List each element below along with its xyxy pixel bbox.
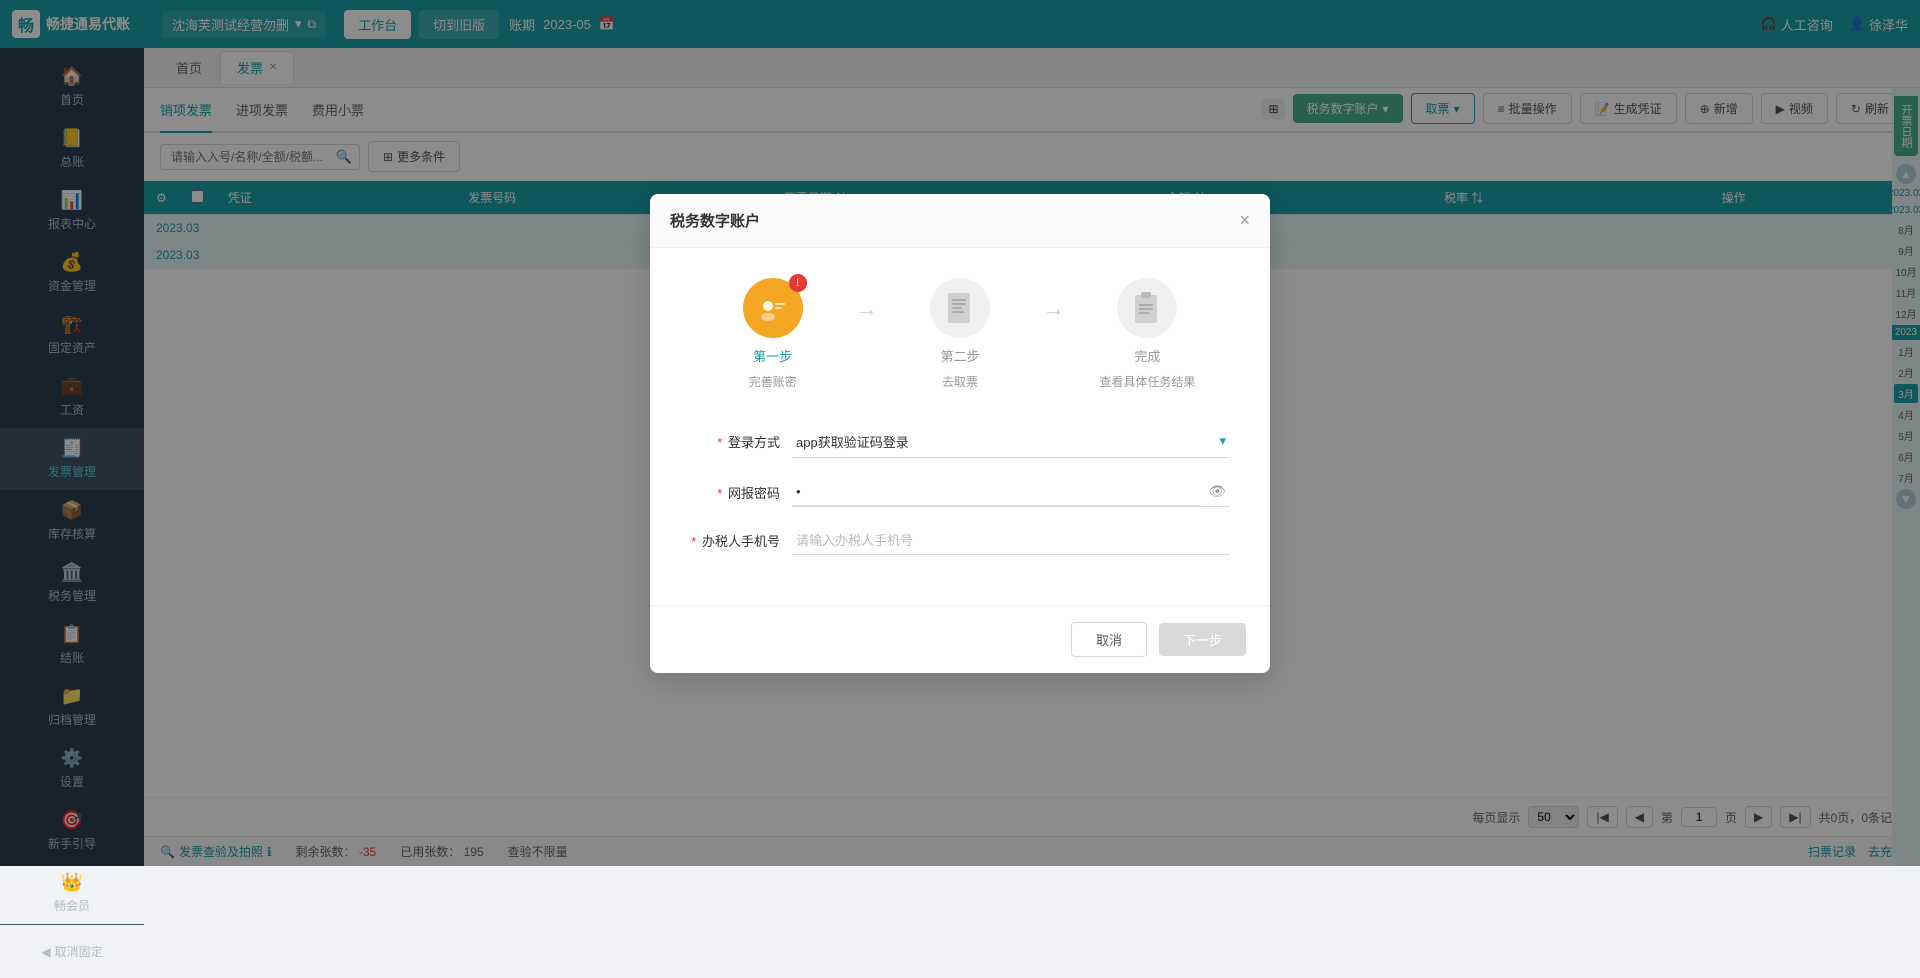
sidebar-item-member[interactable]: 👑 畅会员 — [0, 862, 144, 924]
document-svg — [942, 290, 978, 326]
step-1-desc: 完善账密 — [749, 373, 797, 390]
required-mark: * — [691, 534, 696, 549]
dropdown-icon: ▾ — [1219, 433, 1226, 449]
next-button[interactable]: 下一步 — [1159, 623, 1246, 656]
password-label: * 网报密码 — [690, 483, 780, 502]
phone-label: * 办税人手机号 — [690, 531, 780, 550]
step-3-desc: 查看具体任务结果 — [1099, 373, 1195, 390]
step-1-badge: ! — [789, 274, 807, 292]
login-method-value: app获取验证码登录 — [796, 432, 909, 451]
user-card-svg — [755, 290, 791, 326]
clipboard-svg — [1129, 290, 1165, 326]
step-1-icon-wrap: ! — [743, 278, 803, 338]
step-3-label: 完成 — [1134, 346, 1160, 365]
eye-icon[interactable]: 👁 — [1204, 483, 1230, 500]
step-1: ! 第一步 完善账密 — [690, 278, 855, 390]
dialog-title: 税务数字账户 — [670, 210, 760, 231]
step-2: 第二步 去取票 — [877, 278, 1042, 390]
member-icon: 👑 — [61, 872, 83, 893]
dialog-footer: 取消 下一步 — [650, 605, 1270, 673]
sidebar-bottom: ◀ 取消固定 — [0, 924, 144, 978]
step-3-icon-wrap — [1117, 278, 1177, 338]
step-3-icon — [1117, 278, 1177, 338]
login-method-select[interactable]: app获取验证码登录 ▾ — [792, 426, 1230, 458]
step-2-icon-wrap — [930, 278, 990, 338]
tax-account-dialog: 税务数字账户 × — [650, 194, 1270, 673]
dialog-body: ! 第一步 完善账密 → — [650, 248, 1270, 605]
cancel-fixed-label: 取消固定 — [55, 943, 103, 960]
dialog-close-button[interactable]: × — [1239, 210, 1250, 231]
cancel-button[interactable]: 取消 — [1071, 622, 1147, 657]
required-mark: * — [717, 435, 722, 450]
password-input[interactable] — [792, 478, 1200, 506]
step-2-label: 第二步 — [940, 346, 979, 365]
password-row: * 网报密码 👁 — [690, 478, 1230, 507]
cancel-fixed-button[interactable]: ◀ 取消固定 — [0, 935, 144, 968]
required-mark: * — [717, 486, 722, 501]
step-arrow-2: → — [1043, 296, 1065, 322]
step-arrow-1: → — [855, 296, 877, 322]
step-2-icon — [930, 278, 990, 338]
phone-row: * 办税人手机号 — [690, 527, 1230, 555]
pin-icon: ◀ — [41, 945, 50, 959]
phone-input[interactable] — [792, 527, 1230, 555]
step-1-label: 第一步 — [753, 346, 792, 365]
step-2-desc: 去取票 — [942, 373, 978, 390]
login-method-row: * 登录方式 app获取验证码登录 ▾ — [690, 426, 1230, 458]
dialog-header: 税务数字账户 × — [650, 194, 1270, 248]
sidebar-item-label: 畅会员 — [54, 897, 90, 914]
login-method-label: * 登录方式 — [690, 432, 780, 451]
dialog-overlay: 税务数字账户 × — [0, 0, 1920, 866]
steps-row: ! 第一步 完善账密 → — [690, 278, 1230, 390]
step-3: 完成 查看具体任务结果 — [1065, 278, 1230, 390]
password-input-row: 👁 — [792, 478, 1230, 507]
